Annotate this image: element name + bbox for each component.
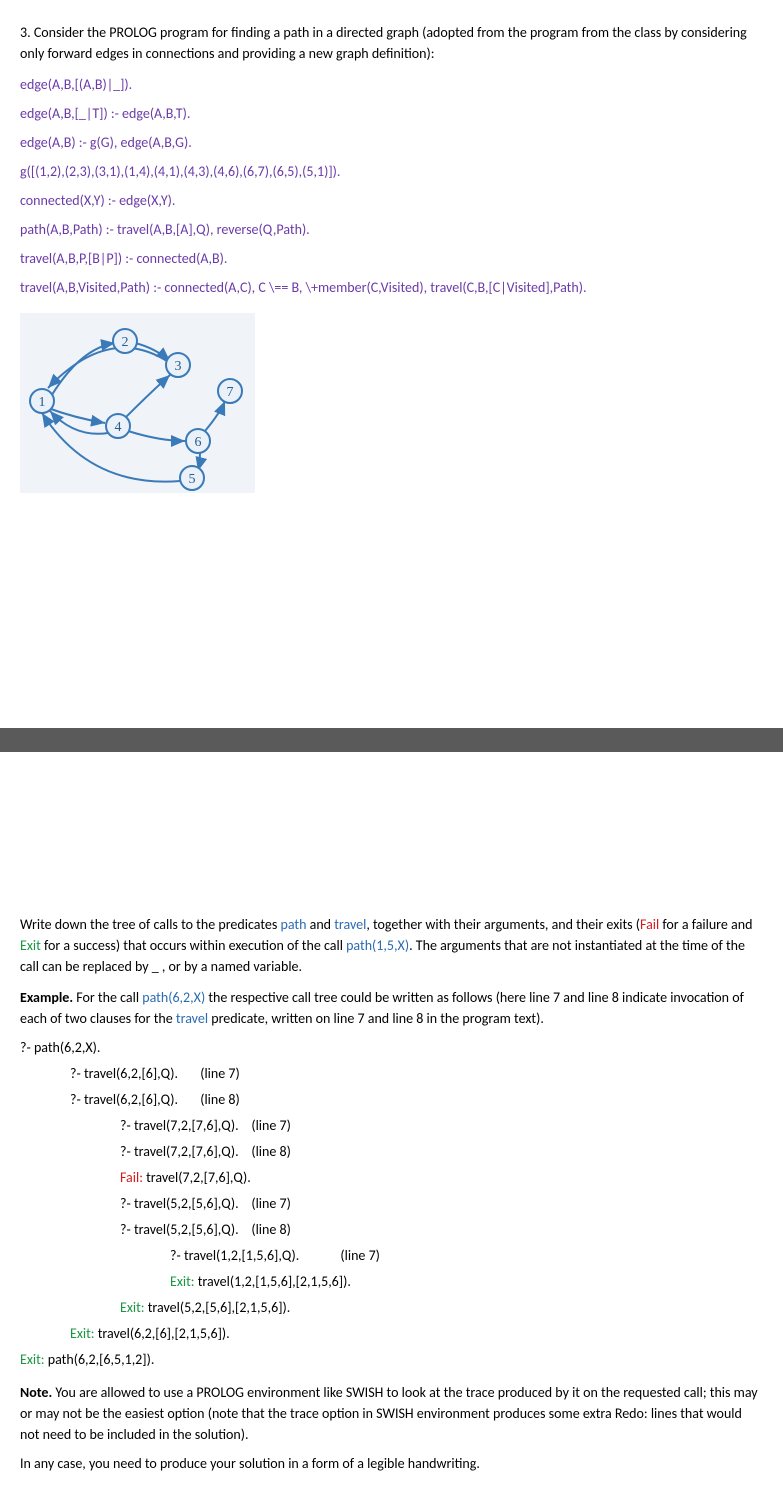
trace-exit: travel(6,2,[6],[2,1,5,6]). — [95, 1325, 230, 1342]
note-label: Note. — [20, 1384, 52, 1401]
exit-label: Exit: — [120, 1299, 145, 1316]
task-text: for a success) that occurs within execut… — [41, 937, 346, 954]
note-text: You are allowed to use a PROLOG environm… — [20, 1384, 758, 1443]
trace-call: ?- travel(6,2,[6],Q). — [70, 1065, 178, 1082]
task-paragraph-1: Write down the tree of calls to the pred… — [20, 914, 763, 977]
page-gap-bottom — [0, 752, 783, 892]
task-text: and — [306, 916, 334, 933]
line-ref: (line 7) — [340, 1247, 380, 1264]
question-number: 3. — [20, 24, 31, 41]
task-section: Write down the tree of calls to the pred… — [0, 892, 783, 1502]
code-line-2: edge(A,B,[_|T]) :- edge(A,B,T). — [20, 103, 763, 124]
trace-call: ?- travel(7,2,[7,6],Q). — [120, 1143, 239, 1160]
code-line-8: travel(A,B,Visited,Path) :- connected(A,… — [20, 277, 763, 298]
trace-call: ?- travel(6,2,[6],Q). — [70, 1091, 178, 1108]
code-line-3: edge(A,B) :- g(G), edge(A,B,G). — [20, 132, 763, 153]
task-text: for a failure and — [659, 916, 752, 933]
line-ref: (line 8) — [251, 1221, 291, 1238]
trace-exit: travel(1,2,[1,5,6],[2,1,5,6]). — [195, 1273, 351, 1290]
example-travel: travel — [176, 1010, 208, 1027]
svg-text:4: 4 — [115, 420, 122, 435]
example-text: predicate, written on line 7 and line 8 … — [208, 1010, 544, 1027]
svg-text:5: 5 — [189, 472, 196, 487]
code-line-1: edge(A,B,[(A,B)|_]). — [20, 74, 763, 95]
tree-root: ?- path(6,2,X). — [20, 1037, 763, 1058]
call-query: path(1,5,X) — [346, 937, 409, 954]
exit-label: Exit: — [170, 1273, 195, 1290]
line-ref: (line 7) — [251, 1117, 291, 1134]
trace-exit: travel(5,2,[5,6],[2,1,5,6]). — [145, 1299, 291, 1316]
exit-label: Exit: — [70, 1325, 95, 1342]
trace-call: ?- travel(1,2,[1,5,6],Q). — [170, 1247, 299, 1264]
final-paragraph: In any case, you need to produce your so… — [20, 1453, 763, 1474]
question-intro: 3. Consider the PROLOG program for findi… — [20, 22, 763, 64]
line-ref: (line 8) — [200, 1091, 240, 1108]
task-text: Write down the tree of calls to the pred… — [20, 916, 280, 933]
line-ref: (line 7) — [200, 1065, 240, 1082]
page-gap-top — [0, 533, 783, 728]
example-text: For the call — [73, 989, 142, 1006]
fail-label: Fail: — [120, 1169, 143, 1186]
tree-line: ?- travel(5,2,[5,6],Q). (line 7) — [120, 1193, 763, 1214]
trace-call: ?- travel(7,2,[7,6],Q). — [120, 1117, 239, 1134]
svg-text:3: 3 — [175, 359, 182, 374]
trace-call: ?- travel(5,2,[5,6],Q). — [120, 1195, 239, 1212]
trace-exit: path(6,2,[6,5,1,2]). — [45, 1351, 155, 1368]
tree-line: ?- travel(5,2,[5,6],Q). (line 8) — [120, 1219, 763, 1240]
tree-line: Fail: travel(7,2,[7,6],Q). — [120, 1167, 763, 1188]
tree-line: ?- travel(1,2,[1,5,6],Q). (line 7) — [170, 1245, 763, 1266]
code-line-4: g([(1,2),(2,3),(3,1),(1,4),(4,1),(4,3),(… — [20, 161, 763, 182]
code-line-6: path(A,B,Path) :- travel(A,B,[A],Q), rev… — [20, 219, 763, 240]
task-text: , together with their arguments, and the… — [366, 916, 640, 933]
line-ref: (line 8) — [251, 1143, 291, 1160]
example-label: Example. — [20, 989, 73, 1006]
line-ref: (line 7) — [251, 1195, 291, 1212]
fail-text: Fail — [640, 916, 659, 933]
code-line-5: connected(X,Y) :- edge(X,Y). — [20, 190, 763, 211]
svg-text:2: 2 — [122, 335, 129, 350]
tree-line: ?- travel(7,2,[7,6],Q). (line 8) — [120, 1141, 763, 1162]
travel-link: travel — [334, 916, 366, 933]
code-line-7: travel(A,B,P,[B|P]) :- connected(A,B). — [20, 248, 763, 269]
tree-line: ?- travel(6,2,[6],Q). (line 7) — [70, 1063, 763, 1084]
exit-text: Exit — [20, 937, 41, 954]
tree-line: Exit: travel(6,2,[6],[2,1,5,6]). — [70, 1323, 763, 1344]
svg-text:1: 1 — [39, 395, 46, 410]
svg-text:6: 6 — [195, 435, 202, 450]
graph-diagram: 1 2 3 4 5 6 7 — [20, 313, 763, 493]
tree-line: ?- travel(7,2,[7,6],Q). (line 7) — [120, 1115, 763, 1136]
trace-call: ?- travel(5,2,[5,6],Q). — [120, 1221, 239, 1238]
svg-text:7: 7 — [227, 385, 234, 400]
tree-line: ?- travel(6,2,[6],Q). (line 8) — [70, 1089, 763, 1110]
path-link: path — [280, 916, 306, 933]
trace-fail: travel(7,2,[7,6],Q). — [143, 1169, 251, 1186]
exit-label: Exit: — [20, 1351, 45, 1368]
example-paragraph: Example. For the call path(6,2,X) the re… — [20, 987, 763, 1029]
tree-line: Exit: travel(5,2,[5,6],[2,1,5,6]). — [120, 1297, 763, 1318]
example-call: path(6,2,X) — [142, 989, 205, 1006]
page-divider — [0, 728, 783, 752]
note-paragraph: Note. You are allowed to use a PROLOG en… — [20, 1382, 763, 1445]
tree-line: Exit: path(6,2,[6,5,1,2]). — [20, 1349, 763, 1370]
question-section: 3. Consider the PROLOG program for findi… — [0, 0, 783, 533]
question-intro-text: Consider the PROLOG program for finding … — [20, 24, 747, 62]
tree-line: Exit: travel(1,2,[1,5,6],[2,1,5,6]). — [170, 1271, 763, 1292]
graph-svg: 1 2 3 4 5 6 7 — [20, 313, 255, 493]
